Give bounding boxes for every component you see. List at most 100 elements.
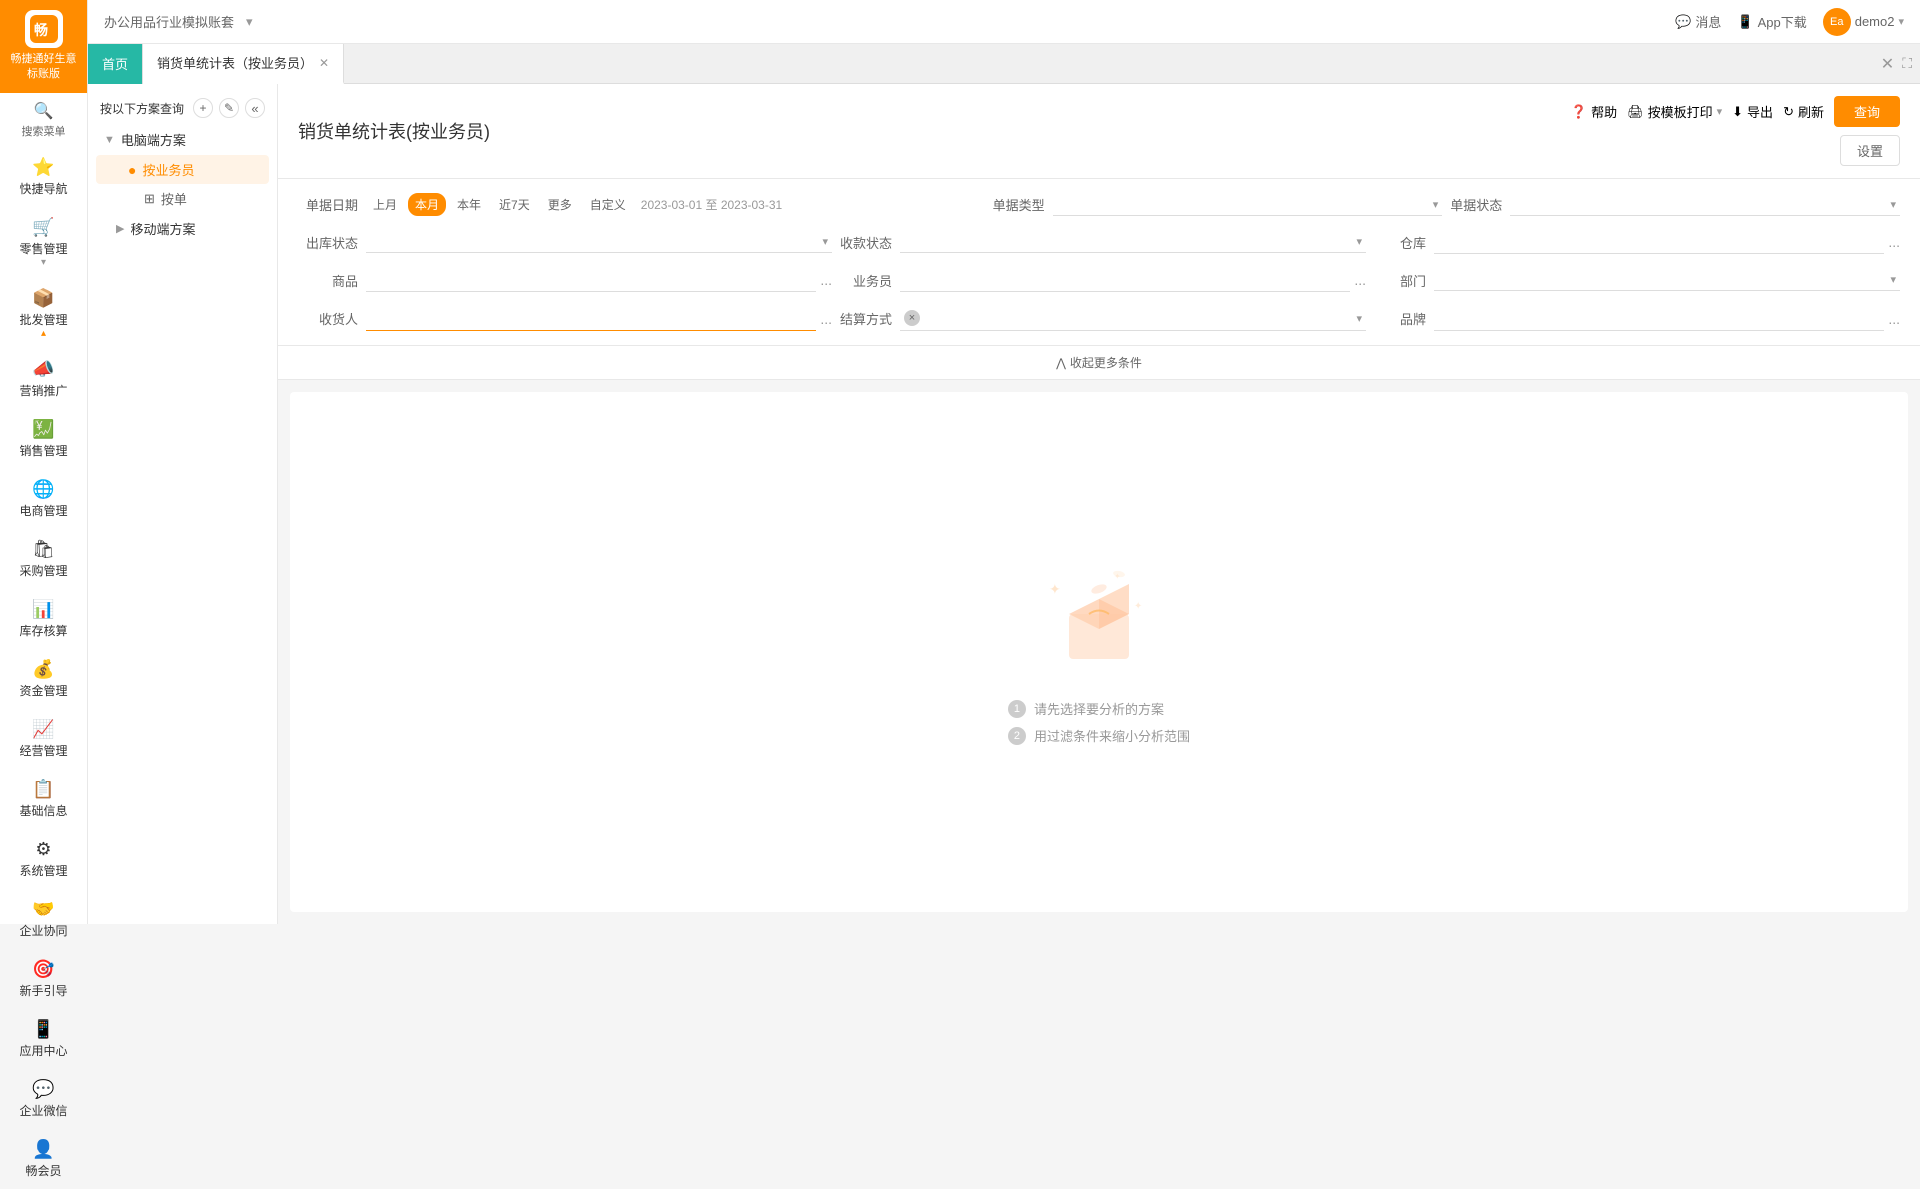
- sidebar-item-marketing[interactable]: 📣 营销推广: [0, 349, 87, 409]
- date-range-display: 2023-03-01 至 2023-03-31: [641, 196, 782, 213]
- refresh-btn[interactable]: ↻ 刷新: [1783, 102, 1824, 121]
- sales-icon: 💹: [32, 419, 54, 440]
- settings-button[interactable]: 设置: [1840, 135, 1900, 166]
- finance-icon: 💰: [32, 659, 54, 680]
- date-btn-this-month[interactable]: 本月: [408, 193, 446, 216]
- sidebar-logo[interactable]: 畅 畅捷通好生意 标账版: [0, 0, 87, 93]
- department-arrow-icon: ▾: [1890, 273, 1896, 286]
- edit-scheme-btn[interactable]: ✎: [219, 98, 239, 118]
- tree-sub-order-label: 按单: [161, 189, 187, 208]
- window-close-icon[interactable]: ✕: [1881, 54, 1894, 74]
- appstore-icon: 📱: [32, 1019, 54, 1040]
- sidebar-item-search[interactable]: 🔍 搜索菜单: [0, 93, 87, 147]
- expand-arrow-icon: ▼: [104, 134, 115, 146]
- department-select[interactable]: ▾: [1434, 269, 1900, 291]
- out-status-select[interactable]: ▾: [366, 231, 832, 253]
- brand-input[interactable]: [1434, 307, 1884, 331]
- collapse-panel-btn[interactable]: «: [245, 98, 265, 118]
- date-btn-more[interactable]: 更多: [541, 193, 579, 216]
- help-btn[interactable]: ❓ 帮助: [1571, 102, 1617, 121]
- sidebar-item-newbie[interactable]: 🎯 新手引导: [0, 949, 87, 1009]
- doc-type-arrow-icon: ▾: [1433, 198, 1439, 211]
- add-scheme-btn[interactable]: +: [193, 98, 213, 118]
- tab-home[interactable]: 首页: [88, 44, 143, 84]
- sidebar-item-corp-wechat[interactable]: 💬 企业微信: [0, 1069, 87, 1129]
- window-maximize-icon[interactable]: ⛶: [1902, 55, 1912, 72]
- marketing-icon: 📣: [32, 359, 54, 380]
- step-2-text: 用过滤条件来缩小分析范围: [1034, 726, 1190, 745]
- left-panel: 按以下方案查询 + ✎ « ▼ 电脑端方案 ● 按业务员 ⊞ 按单: [88, 84, 278, 924]
- newbie-icon: 🎯: [32, 959, 54, 980]
- doc-status-arrow-icon: ▾: [1890, 198, 1896, 211]
- tab-sales-stat[interactable]: 销货单统计表（按业务员） ✕: [143, 44, 344, 84]
- filter-date: 单据日期 上月 本月 本年 近7天 更多 自定义 2023-03-01 至 20…: [298, 193, 985, 216]
- sidebar-item-basic[interactable]: 📋 基础信息: [0, 769, 87, 829]
- sidebar-item-ecommerce[interactable]: 🌐 电商管理: [0, 469, 87, 529]
- warehouse-more-icon[interactable]: ...: [1888, 234, 1900, 250]
- goods-more-icon[interactable]: ...: [820, 272, 832, 288]
- filter-doc-type: 单据类型 ▾: [985, 194, 1443, 216]
- member-icon: 👤: [32, 1139, 54, 1160]
- settlement-clear-icon[interactable]: ×: [904, 310, 920, 326]
- filter-settlement: 结算方式 × ▾: [832, 306, 1366, 331]
- ecommerce-icon: 🌐: [32, 479, 54, 500]
- sidebar-item-retail[interactable]: 🛒 零售管理 ▾: [0, 207, 87, 278]
- sidebar-item-sales[interactable]: 💹 销售管理: [0, 409, 87, 469]
- filter-area: 单据日期 上月 本月 本年 近7天 更多 自定义 2023-03-01 至 20…: [278, 179, 1920, 346]
- doc-type-label: 单据类型: [985, 195, 1045, 214]
- export-btn[interactable]: ⬇ 导出: [1732, 102, 1773, 121]
- receiver-more-icon[interactable]: ...: [820, 311, 832, 327]
- tree-sub-order[interactable]: ⊞ 按单: [96, 184, 269, 213]
- page-title: 销货单统计表(按业务员): [298, 118, 490, 144]
- settlement-select[interactable]: × ▾: [900, 306, 1366, 331]
- header-dropdown-arrow[interactable]: ▾: [246, 14, 253, 30]
- basic-icon: 📋: [32, 779, 54, 800]
- date-btn-this-year[interactable]: 本年: [450, 193, 488, 216]
- search-icon: 🔍: [34, 101, 54, 121]
- sidebar-item-system[interactable]: ⚙ 系统管理: [0, 829, 87, 889]
- sidebar-item-quick-nav[interactable]: ⭐ 快捷导航: [0, 147, 87, 207]
- message-btn[interactable]: 💬 消息: [1675, 12, 1721, 31]
- sidebar-item-inventory[interactable]: 📊 库存核算: [0, 589, 87, 649]
- retail-icon: 🛒: [32, 217, 54, 238]
- sidebar-item-cooperation[interactable]: 🤝 企业协同: [0, 889, 87, 949]
- sidebar-item-wholesale[interactable]: 📦 批发管理 ▴: [0, 278, 87, 349]
- app-download-btn[interactable]: 📱 App下载: [1737, 12, 1806, 31]
- salesperson-label: 业务员: [832, 271, 892, 290]
- sidebar-item-member[interactable]: 👤 畅会员: [0, 1129, 87, 1189]
- user-menu[interactable]: Ea demo2 ▾: [1823, 8, 1904, 36]
- tree-child-salesperson[interactable]: ● 按业务员: [96, 155, 269, 184]
- collapse-filters-btn[interactable]: ⋀ 收起更多条件: [278, 346, 1920, 380]
- sidebar-item-purchase[interactable]: 🛍 采购管理: [0, 529, 87, 589]
- receiver-input[interactable]: [366, 307, 816, 331]
- help-icon: ❓: [1571, 104, 1587, 120]
- tree-mobile[interactable]: ▶ 移动端方案: [96, 213, 269, 244]
- date-btn-custom[interactable]: 自定义: [583, 193, 633, 216]
- filter-brand: 品牌 ...: [1366, 307, 1900, 331]
- salesperson-more-icon[interactable]: ...: [1354, 272, 1366, 288]
- tree-desktop[interactable]: ▼ 电脑端方案: [96, 124, 269, 155]
- sidebar-item-finance[interactable]: 💰 资金管理: [0, 649, 87, 709]
- sidebar-item-operations[interactable]: 📈 经营管理: [0, 709, 87, 769]
- doc-type-select[interactable]: ▾: [1053, 194, 1443, 216]
- date-btn-last-month[interactable]: 上月: [366, 193, 404, 216]
- doc-status-select[interactable]: ▾: [1510, 194, 1900, 216]
- warehouse-input[interactable]: [1434, 230, 1884, 254]
- settlement-arrow-icon: ▾: [1356, 312, 1362, 325]
- filter-row-4: 收货人 ... 结算方式 × ▾ 品牌 ...: [298, 306, 1900, 331]
- goods-input[interactable]: [366, 268, 816, 292]
- print-btn[interactable]: 🖨 按模板打印 ▾: [1627, 102, 1722, 121]
- active-scheme-icon: ●: [128, 162, 136, 178]
- wholesale-icon: 📦: [32, 288, 54, 309]
- header-left: 办公用品行业模拟账套 ▾: [104, 12, 253, 31]
- brand-label: 品牌: [1366, 309, 1426, 328]
- date-btn-7days[interactable]: 近7天: [492, 193, 537, 216]
- salesperson-input[interactable]: [900, 268, 1350, 292]
- content-area: 按以下方案查询 + ✎ « ▼ 电脑端方案 ● 按业务员 ⊞ 按单: [88, 84, 1920, 924]
- step-1-text: 请先选择要分析的方案: [1034, 699, 1164, 718]
- tab-close-icon[interactable]: ✕: [319, 56, 329, 70]
- sidebar-item-appstore[interactable]: 📱 应用中心: [0, 1009, 87, 1069]
- query-button[interactable]: 查询: [1834, 96, 1900, 127]
- payment-status-select[interactable]: ▾: [900, 231, 1366, 253]
- brand-more-icon[interactable]: ...: [1888, 311, 1900, 327]
